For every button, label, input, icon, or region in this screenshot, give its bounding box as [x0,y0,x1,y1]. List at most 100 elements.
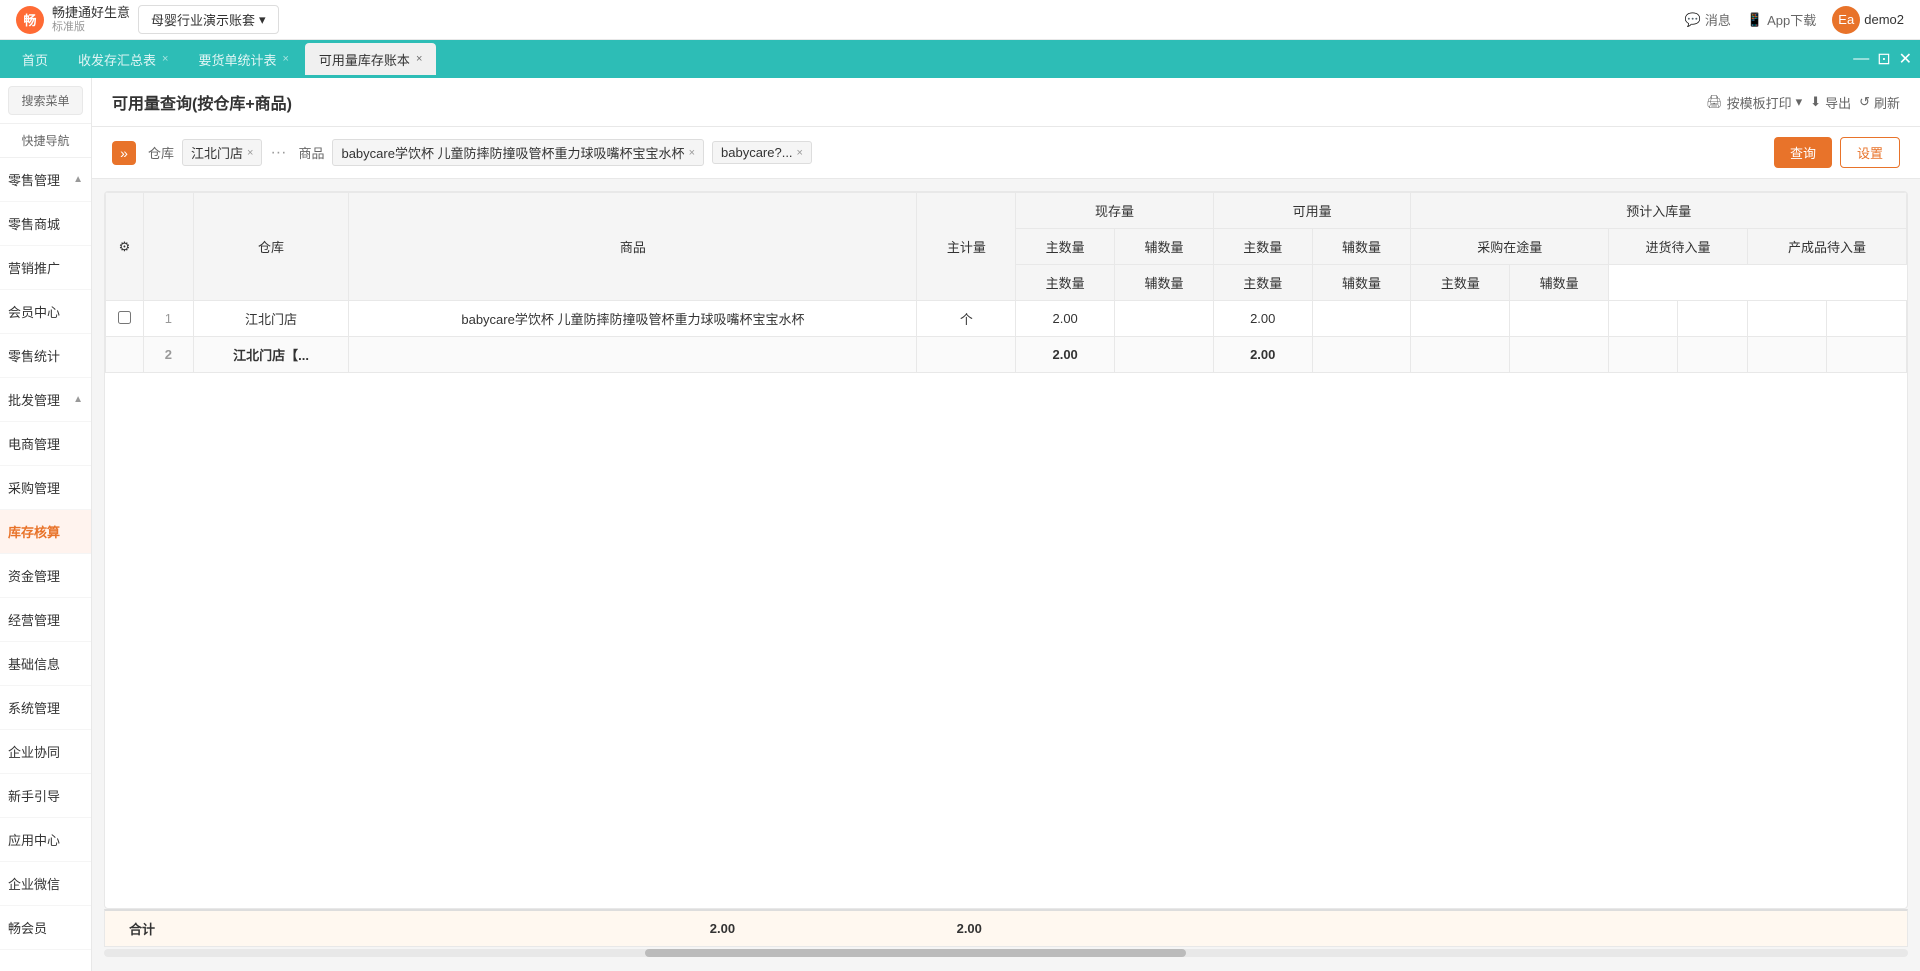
sidebar-item-wholesale[interactable]: 批发管理 ▲ [0,378,91,422]
sidebar-item-operations[interactable]: 经营管理 [0,598,91,642]
sidebar-item-ecommerce[interactable]: 电商管理 [0,422,91,466]
cell-group-goods [349,337,917,373]
cell-group-arrival-main [1609,337,1678,373]
minimize-btn[interactable]: — [1853,50,1869,68]
goods-tag-1[interactable]: babycare学饮杯 儿童防摔防撞吸管杯重力球吸嘴杯宝宝水杯 × [332,139,704,166]
sidebar-item-wechat[interactable]: 企业微信 [0,862,91,906]
footer-avail-main: 2.00 [908,921,1031,936]
row-checkbox[interactable] [118,311,131,324]
sidebar-item-marketing[interactable]: 营销推广 [0,246,91,290]
cell-checkbox[interactable] [106,301,144,337]
col-available: 可用量 [1213,193,1411,229]
cell-purchase-main [1411,301,1510,337]
settings-btn[interactable]: 设置 [1840,137,1900,168]
table-footer: 合计 2.00 2.00 [104,909,1908,947]
cell-product-main [1747,301,1826,337]
horizontal-scrollbar[interactable] [104,947,1908,959]
expand-icon: ▲ [73,174,83,185]
sidebar-item-app-center[interactable]: 应用中心 [0,818,91,862]
sidebar-item-inventory[interactable]: 库存核算 [0,510,91,554]
col-product-aux: 辅数量 [1510,265,1609,301]
tab-close-stock-summary[interactable]: × [162,53,168,65]
message-icon: 💬 [1685,12,1701,28]
col-arrival-main: 主数量 [1213,265,1312,301]
brand-text: 畅捷通好生意 标准版 [52,5,130,34]
template-print-btn[interactable]: 🖨 按模板打印 ▾ [1706,93,1802,112]
page-title: 可用量查询(按仓库+商品) [112,90,292,114]
scrollbar-thumb[interactable] [645,949,1186,957]
close-window-btn[interactable]: ✕ [1899,49,1912,69]
app-download-btn[interactable]: 📱 App下载 [1747,10,1816,29]
sidebar-item-purchase[interactable]: 采购管理 [0,466,91,510]
sidebar-item-retail-mall[interactable]: 零售商城 [0,202,91,246]
table-row-group: 2 江北门店【... 2.00 2.00 [106,337,1907,373]
content-area: 可用量查询(按仓库+商品) 🖨 按模板打印 ▾ ⬇ 导出 ↺ 刷新 » [92,78,1920,971]
avatar: Ea [1832,6,1860,34]
remove-goods-tag-2[interactable]: × [797,147,803,159]
logo-icon: 畅 [16,6,44,34]
search-menu-btn[interactable]: 搜索菜单 [8,86,83,115]
refresh-btn[interactable]: ↺ 刷新 [1859,93,1900,112]
inventory-table: ⚙ 仓库 商品 主计量 现存量 可用量 预计入库量 主数量 辅数量 主数量 [105,192,1907,373]
col-main-unit: 主计量 [917,193,1016,301]
filter-toggle-btn[interactable]: » [112,141,136,165]
goods-filter: 商品 babycare学饮杯 儿童防摔防撞吸管杯重力球吸嘴杯宝宝水杯 × bab… [298,139,812,166]
tab-order-stats[interactable]: 要货单统计表 × [184,43,302,75]
quick-nav-btn[interactable]: 快捷导航 [0,124,91,158]
top-bar-left: 畅 畅捷通好生意 标准版 母婴行业演示账套 ▾ [16,5,279,34]
warehouse-filter: 仓库 江北门店 × ··· [148,139,286,166]
tab-close-available[interactable]: × [416,53,422,65]
cell-group-purchase-main [1411,337,1510,373]
chevron-down-icon-2: ▾ [1796,94,1803,110]
cell-group-stock-main: 2.00 [1016,337,1115,373]
maximize-btn[interactable]: ⊡ [1877,49,1890,69]
tab-home[interactable]: 首页 [8,43,62,75]
goods-tag-2[interactable]: babycare?... × [712,141,812,164]
cell-avail-main: 2.00 [1213,301,1312,337]
tab-stock-summary[interactable]: 收发存汇总表 × [64,43,182,75]
sidebar-item-retail-mgmt[interactable]: 零售管理 ▲ [0,158,91,202]
cell-main-unit: 个 [917,301,1016,337]
more-warehouse-btn[interactable]: ··· [270,144,286,162]
settings-icon: ⚙ [119,239,131,254]
col-product-main: 主数量 [1411,265,1510,301]
sidebar-item-guide[interactable]: 新手引导 [0,774,91,818]
sidebar-item-finance[interactable]: 资金管理 [0,554,91,598]
footer-stock-main: 2.00 [661,921,784,936]
cell-group-checkbox[interactable] [106,337,144,373]
query-btn[interactable]: 查询 [1774,137,1832,168]
table-row: 1 江北门店 babycare学饮杯 儿童防摔防撞吸管杯重力球吸嘴杯宝宝水杯 个… [106,301,1907,337]
industry-selector[interactable]: 母婴行业演示账套 ▾ [138,5,279,34]
sidebar-item-member2[interactable]: 畅会员 [0,906,91,950]
filter-bar: » 仓库 江北门店 × ··· 商品 babycare学饮杯 儿童防摔防撞吸管杯… [92,127,1920,179]
sidebar-item-member[interactable]: 会员中心 [0,290,91,334]
cell-group-product-aux [1827,337,1907,373]
nav-tabs: 首页 收发存汇总表 × 要货单统计表 × 可用量库存账本 × — ⊡ ✕ [0,40,1920,78]
sidebar-item-retail-stats[interactable]: 零售统计 [0,334,91,378]
scrollbar-track[interactable] [104,949,1908,957]
col-purchase-main: 主数量 [1016,265,1115,301]
sidebar-item-enterprise[interactable]: 企业协同 [0,730,91,774]
sidebar-item-system[interactable]: 系统管理 [0,686,91,730]
user-area[interactable]: Ea demo2 [1832,6,1904,34]
cell-group-warehouse: 江北门店【... [193,337,349,373]
message-btn[interactable]: 💬 消息 [1685,10,1731,29]
remove-goods-tag-1[interactable]: × [689,147,695,159]
col-stock-main: 主数量 [1016,229,1115,265]
cell-goods: babycare学饮杯 儿童防摔防撞吸管杯重力球吸嘴杯宝宝水杯 [349,301,917,337]
cell-group-stock-aux [1115,337,1214,373]
remove-warehouse-tag[interactable]: × [247,147,253,159]
col-settings[interactable]: ⚙ [106,193,144,301]
app-icon: 📱 [1747,12,1763,28]
cell-purchase-aux [1510,301,1609,337]
export-btn[interactable]: ⬇ 导出 [1810,93,1851,112]
sidebar: 搜索菜单 快捷导航 零售管理 ▲ 零售商城 营销推广 会员中心 零售统计 批发管… [0,78,92,971]
col-goods: 商品 [349,193,917,301]
cell-warehouse: 江北门店 [193,301,349,337]
warehouse-tag[interactable]: 江北门店 × [182,139,262,166]
page-header: 可用量查询(按仓库+商品) 🖨 按模板打印 ▾ ⬇ 导出 ↺ 刷新 [92,78,1920,127]
tab-close-order-stats[interactable]: × [282,53,288,65]
tab-available-inventory[interactable]: 可用量库存账本 × [305,43,436,75]
expand-icon-2: ▲ [73,394,83,405]
sidebar-item-basic-info[interactable]: 基础信息 [0,642,91,686]
